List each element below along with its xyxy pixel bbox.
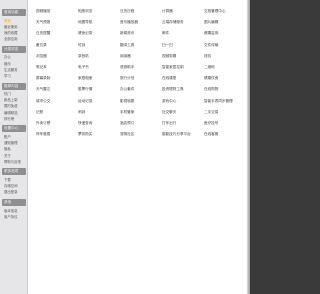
grid-cell-link[interactable]: 日历日程 (120, 9, 162, 14)
grid-cell-link[interactable]: 地图导航 (78, 20, 120, 25)
grid-row: 浏览器 录音机 阅读器 视频剪辑 钱包 (36, 51, 246, 62)
sidebar-section-title[interactable]: 其他 (2, 198, 26, 206)
grid-cell-link[interactable]: 天气雷达 (36, 87, 78, 92)
grid-cell-link[interactable]: 酒店预订 (120, 121, 162, 126)
grid-cell-link[interactable]: 计算器 (162, 9, 204, 14)
sidebar-item[interactable]: 排行榜 (2, 115, 26, 121)
grid-cell-link[interactable]: 城市公交 (36, 99, 78, 104)
grid-cell-link[interactable]: 闹钟 (78, 110, 120, 115)
sidebar-section-title[interactable]: 推荐内容 (2, 82, 26, 90)
sidebar: 常用功能 首页 最近使用 我的收藏 全部应用 分类浏览 办公 娱乐 生活服务 学习推荐内容 热门 新品… (0, 0, 28, 294)
device-bezel-edge (247, 0, 250, 294)
sidebar-item[interactable]: 退出登录 (2, 189, 26, 195)
grid-cell-link[interactable]: 家庭相册 (78, 76, 120, 81)
sidebar-item[interactable]: 学习 (2, 72, 26, 78)
grid-cell-link[interactable]: 社交聊天 (162, 110, 204, 115)
grid-cell-link[interactable]: 语音助手 (120, 65, 162, 70)
grid-cell-link[interactable]: 文件传输 (204, 43, 246, 48)
grid-row: 天气雷达 股票行情 办公套件 投资理财工具 在线购物 (36, 84, 246, 95)
grid-row: 停车缴费 票务购买 宠物社区 摄影技巧分享平台 在线客服 (36, 129, 246, 140)
grid-cell-link[interactable]: 宠物社区 (120, 132, 162, 137)
grid-cell-link[interactable]: 智能家居控制 (162, 65, 204, 70)
grid-cell-link[interactable]: 屏幕录制 (36, 76, 78, 81)
grid-cell-link[interactable]: 音乐播放器 (120, 20, 162, 25)
sidebar-item[interactable]: 用户协议 (2, 213, 26, 219)
grid-cell-link[interactable]: 停车缴费 (36, 132, 78, 137)
grid-cell-link[interactable]: 二维码 (204, 65, 246, 70)
grid-cell-link[interactable]: 阅读器 (120, 54, 162, 59)
grid-cell-link[interactable]: 健身记录 (78, 31, 120, 36)
grid-cell-link[interactable]: 视频播放 (36, 9, 78, 14)
tablet-screen: 常用功能 首页 最近使用 我的收藏 全部应用 分类浏览 办公 娱乐 生活服务 学习推荐内容 热门 新品… (0, 0, 250, 294)
grid-cell-link[interactable]: 投资理财工具 (162, 87, 204, 92)
grid-row: 外卖订餐 快递查询 酒店预订 打车出行 医疗挂号 (36, 118, 246, 129)
sidebar-section: 其他 版本信息 用户协议 (2, 198, 26, 219)
grid-cell-link[interactable]: 云端存储服务 (162, 20, 204, 25)
grid-cell-link[interactable]: 记账 (36, 110, 78, 115)
grid-cell-link[interactable]: 文档管理中心 (204, 9, 246, 14)
grid-cell-link[interactable]: 邮件 (162, 31, 204, 36)
grid-cell-link[interactable]: 日历提醒 (36, 31, 78, 36)
sidebar-item[interactable]: 全部应用 (2, 36, 26, 42)
grid-cell-link[interactable]: 二手交易 (204, 110, 246, 115)
sidebar-section: 常用功能 首页 最近使用 我的收藏 全部应用 (2, 9, 26, 42)
grid-cell-link[interactable]: 在线客服 (204, 132, 246, 137)
sidebar-section: 更多选项 下载 存储空间 退出登录 (2, 168, 26, 195)
content-grid: 视频播放 相册浏览 日历日程 计算器 文档管理中心 天气预报 地图导航 音乐播放器 云端存储服务… (28, 0, 250, 294)
sidebar-section-title[interactable]: 设置中心 (2, 125, 26, 133)
grid-cell-link[interactable]: 游戏中心 (162, 99, 204, 104)
grid-cell-link[interactable]: 在线课堂 (162, 76, 204, 81)
grid-cell-link[interactable]: 备忘录 (36, 43, 78, 48)
grid-row: 城市公交 运动记录 影视追剧 游戏中心 智能手表同步管理 (36, 96, 246, 107)
sidebar-item[interactable]: 帮助与反馈 (2, 158, 26, 164)
sidebar-section: 设置中心 账户 通知管理 隐私 关于 帮助与反馈 (2, 125, 26, 164)
sidebar-section-title[interactable]: 常用功能 (2, 9, 26, 16)
grid-cell-link[interactable]: 外卖订餐 (36, 121, 78, 126)
grid-row: 记账 闹钟 手机管家 社交聊天 二手交易 (36, 107, 246, 118)
grid-cell-link[interactable]: 健康监测 (204, 31, 246, 36)
grid-cell-link[interactable]: 手机管家 (120, 110, 162, 115)
grid-row: 日历提醒 健身记录 新闻资讯 邮件 健康监测 (36, 28, 246, 39)
grid-cell-link[interactable]: 视频剪辑 (162, 54, 204, 59)
sidebar-section-title[interactable]: 更多选项 (2, 168, 26, 176)
sidebar-section-title[interactable]: 分类浏览 (2, 45, 26, 53)
grid-cell-link[interactable]: 浏览器 (36, 54, 78, 59)
grid-cell-link[interactable]: 打车出行 (162, 121, 204, 126)
grid-row: 屏幕录制 家庭相册 旅行计划 在线课堂 健康饮食 (36, 73, 246, 84)
grid-cell-link[interactable]: 摄影技巧分享平台 (162, 132, 204, 137)
grid-cell-link[interactable]: 旅行计划 (120, 76, 162, 81)
grid-cell-link[interactable]: 翻译工具 (120, 43, 162, 48)
grid-cell-link[interactable]: 运动记录 (78, 99, 120, 104)
grid-cell-link[interactable]: 电子书 (78, 65, 120, 70)
grid-cell-link[interactable]: 智能手表同步管理 (204, 99, 246, 104)
grid-row: 视频播放 相册浏览 日历日程 计算器 文档管理中心 (36, 6, 246, 17)
tablet-device: 常用功能 首页 最近使用 我的收藏 全部应用 分类浏览 办公 娱乐 生活服务 学习推荐内容 热门 新品… (0, 0, 250, 294)
grid-cell-link[interactable]: 笔记本 (36, 65, 78, 70)
grid-row: 天气预报 地图导航 音乐播放器 云端存储服务 图片编辑 (36, 17, 246, 28)
grid-cell-link[interactable]: 票务购买 (78, 132, 120, 137)
grid-cell-link[interactable]: 时钟 (78, 43, 120, 48)
sidebar-section: 分类浏览 办公 娱乐 生活服务 学习 (2, 45, 26, 79)
grid-row: 笔记本 电子书 语音助手 智能家居控制 二维码 (36, 62, 246, 73)
grid-cell-link[interactable]: 钱包 (204, 54, 246, 59)
grid-cell-link[interactable]: 新闻资讯 (120, 31, 162, 36)
grid-cell-link[interactable]: 相册浏览 (78, 9, 120, 14)
grid-cell-link[interactable]: 股票行情 (78, 87, 120, 92)
grid-cell-link[interactable]: 快递查询 (78, 121, 120, 126)
grid-cell-link[interactable]: 办公套件 (120, 87, 162, 92)
grid-cell-link[interactable]: 图片编辑 (204, 20, 246, 25)
grid-cell-link[interactable]: 影视追剧 (120, 99, 162, 104)
grid-cell-link[interactable]: 录音机 (78, 54, 120, 59)
sidebar-section: 推荐内容 热门 新品上架 限时免费 编辑精选 排行榜 (2, 82, 26, 122)
grid-cell-link[interactable]: 医疗挂号 (204, 121, 246, 126)
grid-cell-link[interactable]: 健康饮食 (204, 76, 246, 81)
grid-cell-link[interactable]: 天气预报 (36, 20, 78, 25)
grid-cell-link[interactable]: 扫一扫 (162, 43, 204, 48)
grid-row: 备忘录 时钟 翻译工具 扫一扫 文件传输 (36, 40, 246, 51)
grid-cell-link[interactable]: 在线购物 (204, 87, 246, 92)
